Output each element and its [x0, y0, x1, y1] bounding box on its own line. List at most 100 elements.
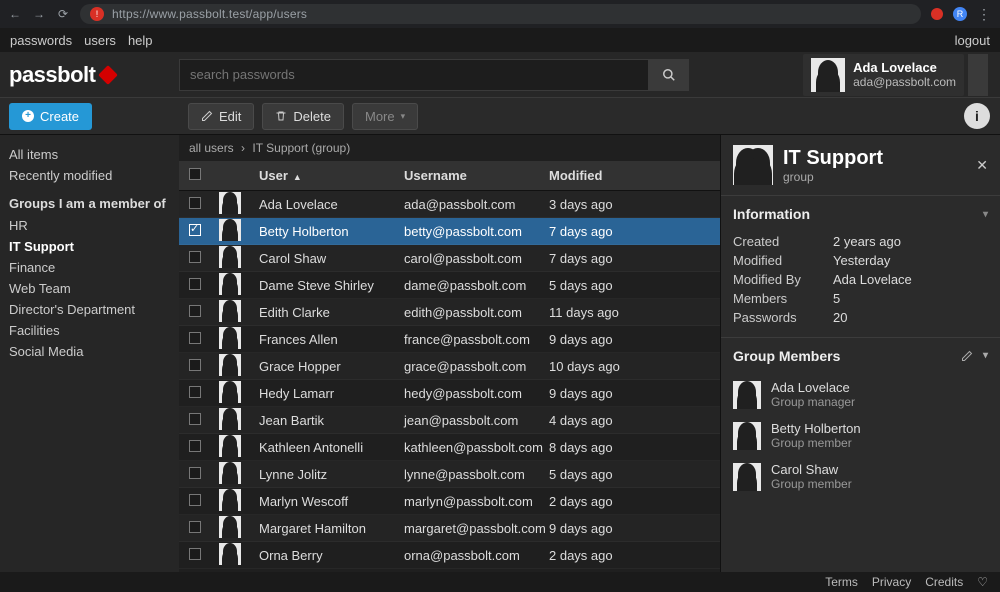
table-row[interactable]: Kathleen Antonellikathleen@passbolt.com8…: [179, 434, 720, 461]
close-icon[interactable]: ✕: [976, 157, 988, 174]
member-item[interactable]: Ada LovelaceGroup manager: [733, 374, 988, 415]
table-row[interactable]: Margaret Hamiltonmargaret@passbolt.com9 …: [179, 515, 720, 542]
detail-subtitle: group: [783, 170, 883, 184]
menu-help[interactable]: help: [128, 33, 153, 48]
table-row[interactable]: Grace Hoppergrace@passbolt.com10 days ag…: [179, 353, 720, 380]
row-checkbox[interactable]: [189, 467, 201, 479]
row-checkbox[interactable]: [189, 413, 201, 425]
col-user[interactable]: User▲: [259, 168, 404, 183]
cell-modified: 11 days ago: [549, 305, 710, 320]
row-checkbox[interactable]: [189, 251, 201, 263]
member-item[interactable]: Betty HolbertonGroup member: [733, 415, 988, 456]
sort-asc-icon: ▲: [293, 172, 302, 182]
sidebar: All itemsRecently modified Groups I am a…: [0, 135, 179, 572]
footer-terms[interactable]: Terms: [825, 575, 858, 589]
more-button[interactable]: More ▾: [352, 103, 418, 130]
footer-credits[interactable]: Credits: [925, 575, 963, 589]
cell-modified: 10 days ago: [549, 359, 710, 374]
sidebar-group-item[interactable]: HR: [9, 215, 170, 236]
row-checkbox[interactable]: [189, 494, 201, 506]
table-row[interactable]: Orna Berryorna@passbolt.com2 days ago: [179, 542, 720, 569]
sidebar-item[interactable]: Recently modified: [9, 165, 170, 186]
select-all-checkbox[interactable]: [189, 168, 201, 180]
row-checkbox[interactable]: [189, 521, 201, 533]
avatar: [733, 463, 761, 491]
browser-menu-icon[interactable]: ⋮: [977, 6, 992, 23]
back-icon[interactable]: ←: [8, 7, 22, 21]
table-row[interactable]: Jean Bartikjean@passbolt.com4 days ago: [179, 407, 720, 434]
table-row[interactable]: Dame Steve Shirleydame@passbolt.com5 day…: [179, 272, 720, 299]
edit-button[interactable]: Edit: [188, 103, 254, 130]
search-button[interactable]: [649, 59, 689, 91]
member-item[interactable]: Carol ShawGroup member: [733, 456, 988, 497]
menu-passwords[interactable]: passwords: [10, 33, 72, 48]
row-checkbox[interactable]: [189, 224, 201, 236]
plus-icon: +: [22, 110, 34, 122]
extension-passbolt-icon[interactable]: [931, 8, 943, 20]
section-members[interactable]: Group Members ▾: [721, 338, 1000, 374]
cell-username: grace@passbolt.com: [404, 359, 549, 374]
cell-user: Kathleen Antonelli: [259, 440, 404, 455]
cell-username: jean@passbolt.com: [404, 413, 549, 428]
avatar: [219, 516, 241, 538]
profile-caret[interactable]: [968, 54, 988, 96]
sidebar-group-item[interactable]: Director's Department: [9, 299, 170, 320]
sidebar-group-item[interactable]: Finance: [9, 257, 170, 278]
row-checkbox[interactable]: [189, 197, 201, 209]
row-checkbox[interactable]: [189, 548, 201, 560]
cell-user: Grace Hopper: [259, 359, 404, 374]
section-information[interactable]: Information ▾: [721, 196, 1000, 232]
table-row[interactable]: Edith Clarkeedith@passbolt.com11 days ag…: [179, 299, 720, 326]
cell-user: Lynne Jolitz: [259, 467, 404, 482]
table-row[interactable]: Betty Holbertonbetty@passbolt.com7 days …: [179, 218, 720, 245]
sidebar-group-item[interactable]: Web Team: [9, 278, 170, 299]
sidebar-group-item[interactable]: IT Support: [9, 236, 170, 257]
delete-button[interactable]: Delete: [262, 103, 344, 130]
extension-avatar-icon[interactable]: R: [953, 7, 967, 21]
cell-modified: 5 days ago: [549, 467, 710, 482]
row-checkbox[interactable]: [189, 386, 201, 398]
row-checkbox[interactable]: [189, 332, 201, 344]
reload-icon[interactable]: ⟳: [56, 7, 70, 21]
search-input[interactable]: [179, 59, 649, 91]
profile-menu[interactable]: Ada Lovelace ada@passbolt.com: [803, 54, 964, 96]
heart-icon[interactable]: ♡: [977, 575, 988, 589]
cell-modified: 4 days ago: [549, 413, 710, 428]
row-checkbox[interactable]: [189, 440, 201, 452]
edit-icon[interactable]: [961, 350, 973, 362]
brand-accent-icon: [99, 65, 119, 85]
table-row[interactable]: Carol Shawcarol@passbolt.com7 days ago: [179, 245, 720, 272]
cell-username: orna@passbolt.com: [404, 548, 549, 563]
sidebar-group-item[interactable]: Facilities: [9, 320, 170, 341]
row-checkbox[interactable]: [189, 278, 201, 290]
table-row[interactable]: Marlyn Wescoffmarlyn@passbolt.com2 days …: [179, 488, 720, 515]
brand-logo[interactable]: passbolt: [0, 62, 179, 88]
row-checkbox[interactable]: [189, 305, 201, 317]
forward-icon[interactable]: →: [32, 7, 46, 21]
cell-user: Edith Clarke: [259, 305, 404, 320]
cell-user: Marlyn Wescoff: [259, 494, 404, 509]
table-row[interactable]: Frances Allenfrance@passbolt.com9 days a…: [179, 326, 720, 353]
footer-privacy[interactable]: Privacy: [872, 575, 911, 589]
menu-users[interactable]: users: [84, 33, 116, 48]
group-avatar-icon: [733, 145, 773, 185]
caret-down-icon: ▾: [401, 111, 406, 122]
cell-username: marlyn@passbolt.com: [404, 494, 549, 509]
info-button[interactable]: i: [964, 103, 990, 129]
breadcrumb-root[interactable]: all users: [189, 141, 234, 155]
avatar: [219, 435, 241, 457]
profile-name: Ada Lovelace: [853, 60, 956, 75]
cell-username: betty@passbolt.com: [404, 224, 549, 239]
table-row[interactable]: Hedy Lamarrhedy@passbolt.com9 days ago: [179, 380, 720, 407]
table-row[interactable]: Lynne Jolitzlynne@passbolt.com5 days ago: [179, 461, 720, 488]
col-username[interactable]: Username: [404, 168, 549, 183]
sidebar-item[interactable]: All items: [9, 144, 170, 165]
table-row[interactable]: Ada Lovelaceada@passbolt.com3 days ago: [179, 191, 720, 218]
menu-logout[interactable]: logout: [955, 33, 990, 48]
create-button[interactable]: + Create: [9, 103, 92, 130]
address-bar[interactable]: ! https://www.passbolt.test/app/users: [80, 4, 921, 24]
col-modified[interactable]: Modified: [549, 168, 710, 183]
row-checkbox[interactable]: [189, 359, 201, 371]
sidebar-group-item[interactable]: Social Media: [9, 341, 170, 362]
member-name: Betty Holberton: [771, 421, 861, 436]
